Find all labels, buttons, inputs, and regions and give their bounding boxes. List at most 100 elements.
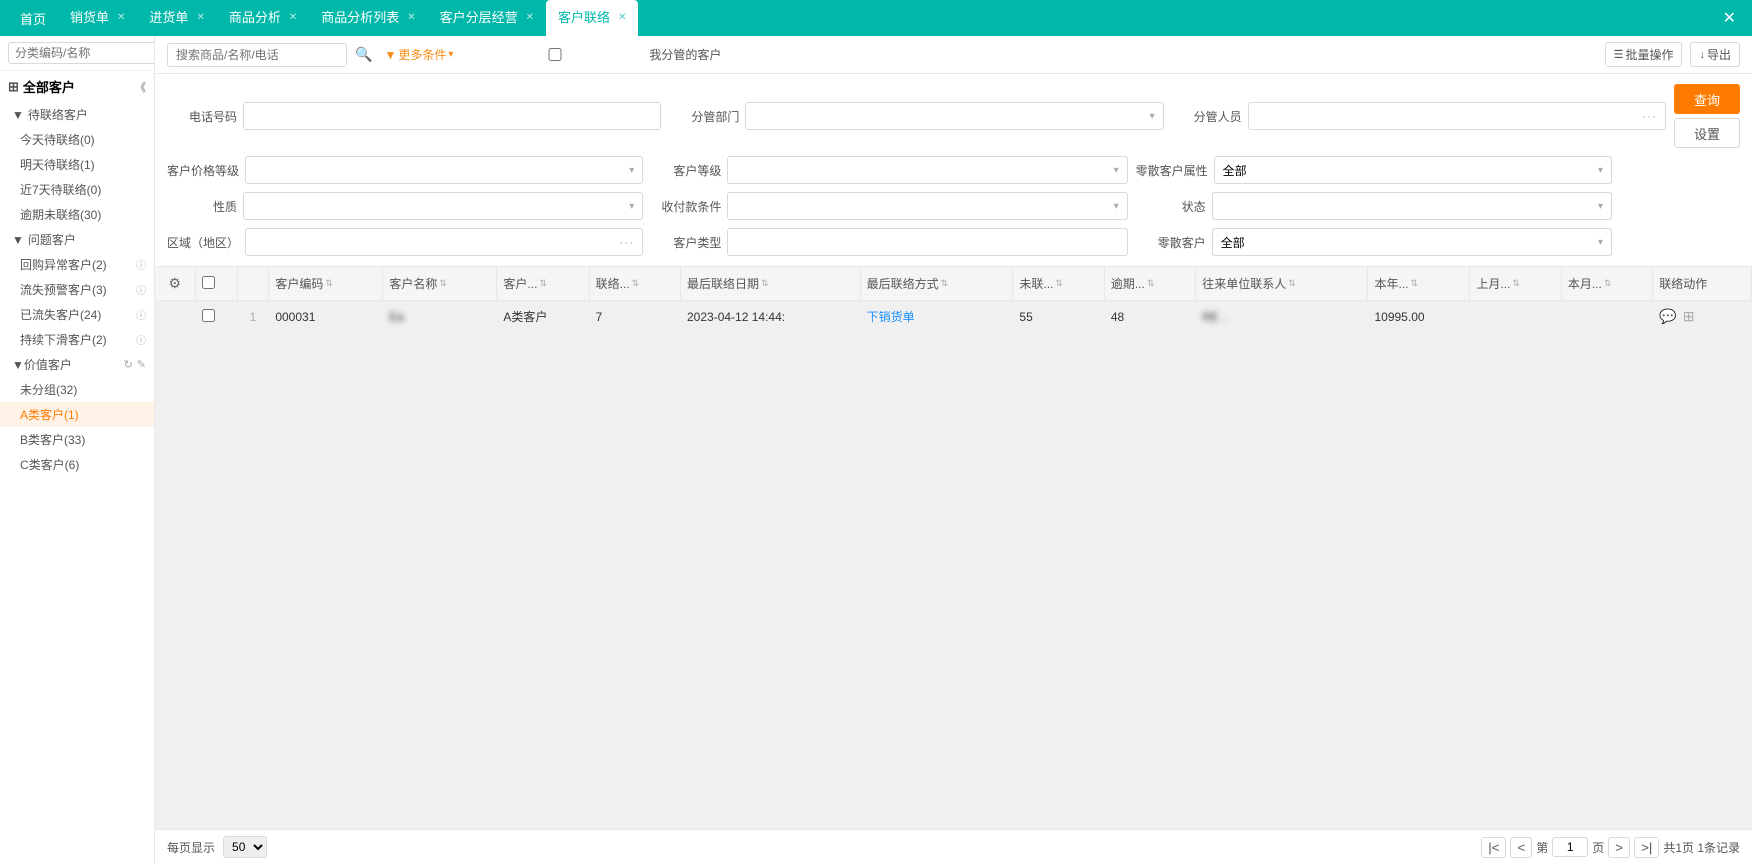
th-this-month[interactable]: 本月...⇅: [1561, 267, 1652, 301]
link-icon[interactable]: ⊞: [1683, 308, 1695, 325]
table-scroll-wrapper[interactable]: ⚙ 客户编码⇅ 客户名称⇅ 客户...⇅: [155, 267, 1752, 829]
page-number-input[interactable]: [1552, 837, 1588, 857]
th-last-contact-method[interactable]: 最后联络方式⇅: [860, 267, 1013, 301]
th-code[interactable]: 客户编码⇅: [269, 267, 383, 301]
tab-sales-order[interactable]: 销货单 ✕: [58, 0, 137, 36]
customer-type-input[interactable]: [727, 228, 1127, 256]
th-name[interactable]: 客户名称⇅: [383, 267, 497, 301]
search-button[interactable]: 🔍: [355, 46, 372, 63]
region-select[interactable]: ···: [245, 228, 643, 256]
close-tab-customer-contact[interactable]: ✕: [618, 0, 626, 36]
phone-input[interactable]: [243, 102, 661, 130]
customer-level-select[interactable]: ▾: [727, 156, 1127, 184]
last-page-button[interactable]: >|: [1634, 837, 1659, 858]
setting-button[interactable]: 设置: [1674, 118, 1740, 148]
value-customers-group[interactable]: ▼ 价值客户 ↻ ✎: [0, 352, 154, 377]
row-last-month: [1470, 301, 1561, 333]
app-close-button[interactable]: ✕: [1715, 8, 1744, 28]
th-last-month[interactable]: 上月...⇅: [1470, 267, 1561, 301]
sidebar-item-class-c[interactable]: C类客户(6): [0, 452, 154, 477]
row-check[interactable]: [202, 309, 215, 322]
chat-icon[interactable]: 💬: [1659, 308, 1676, 325]
nature-select[interactable]: ▾: [243, 192, 643, 220]
th-this-year[interactable]: 本年...⇅: [1368, 267, 1470, 301]
row-checkbox: [195, 301, 237, 333]
tab-customer-contact[interactable]: 客户联络 ✕: [546, 0, 638, 36]
next-page-button[interactable]: >: [1608, 837, 1630, 858]
sidebar-item-overdue[interactable]: 逾期未联络(30): [0, 202, 154, 227]
info-icon-lost: ⓘ: [136, 307, 146, 322]
filter-row-1: 电话号码 分管部门 ▾ 分管人员 ··· 查询 设置: [167, 84, 1740, 148]
filter-department: 分管部门 ▾: [669, 102, 1163, 130]
price-level-select[interactable]: ▾: [245, 156, 643, 184]
query-button[interactable]: 查询: [1674, 84, 1740, 114]
search-input[interactable]: [167, 43, 347, 67]
select-all-checkbox[interactable]: [202, 276, 215, 289]
customer-table: ⚙ 客户编码⇅ 客户名称⇅ 客户...⇅: [155, 267, 1752, 333]
sidebar-item-declining[interactable]: 持续下滑客户(2) ⓘ: [0, 327, 154, 352]
collapse-icon[interactable]: 《: [135, 79, 146, 95]
pending-contact-group[interactable]: ▼ 待联络客户: [0, 102, 154, 127]
payment-terms-select[interactable]: ▾: [727, 192, 1127, 220]
sidebar-item-tomorrow[interactable]: 明天待联络(1): [0, 152, 154, 177]
arrow-down-icon-3: ▼: [12, 358, 24, 372]
department-select[interactable]: ▾: [745, 102, 1163, 130]
first-page-button[interactable]: |<: [1481, 837, 1506, 858]
close-tab-sales-order[interactable]: ✕: [117, 0, 125, 36]
sidebar-item-7days[interactable]: 近7天待联络(0): [0, 177, 154, 202]
home-nav-item[interactable]: 首页: [8, 9, 58, 28]
th-type[interactable]: 客户...⇅: [497, 267, 589, 301]
export-button[interactable]: ↓ 导出: [1690, 42, 1740, 67]
edit-icon[interactable]: ✎: [137, 358, 146, 371]
tab-purchase-order[interactable]: 进货单 ✕: [137, 0, 216, 36]
status-select[interactable]: ▾: [1212, 192, 1612, 220]
tab-customer-segment[interactable]: 客户分层经营 ✕: [428, 0, 546, 36]
tab-product-analysis-list[interactable]: 商品分析列表 ✕: [309, 0, 427, 36]
column-settings-icon[interactable]: ⚙: [168, 275, 181, 291]
th-last-contact-date[interactable]: 最后联络日期⇅: [681, 267, 861, 301]
retail-attr-chevron-icon: ▾: [1598, 165, 1603, 176]
problem-customers-group[interactable]: ▼ 问题客户: [0, 227, 154, 252]
sort-code-icon: ⇅: [325, 278, 333, 289]
refresh-icon[interactable]: ↻: [124, 358, 133, 371]
row-company-contact: RE .: [1196, 301, 1368, 333]
table-row: 1 000031 Ea A类客户 7 2023-04-12 14:44: 下销货…: [155, 301, 1752, 333]
th-overdue[interactable]: 逾期...⇅: [1104, 267, 1195, 301]
th-not-contact[interactable]: 未联...⇅: [1013, 267, 1104, 301]
arrow-down-icon-2: ▼: [12, 233, 24, 247]
sidebar-search-input[interactable]: [8, 42, 155, 64]
th-index: [237, 267, 269, 301]
sidebar-item-abnormal[interactable]: 回购异常客户(2) ⓘ: [0, 252, 154, 277]
info-icon-warning: ⓘ: [136, 282, 146, 297]
info-icon-abnormal: ⓘ: [136, 257, 146, 272]
my-customers-checkbox[interactable]: 我分管的客户: [465, 46, 721, 63]
row-code: 000031: [269, 301, 383, 333]
grid-icon: ⊞: [8, 79, 19, 95]
bulk-action-button[interactable]: ☰ 批量操作: [1605, 42, 1683, 67]
more-conditions-button[interactable]: ▼ 更多条件 ▾: [380, 46, 457, 63]
th-company-contact[interactable]: 往来单位联系人⇅: [1196, 267, 1368, 301]
my-customers-check[interactable]: [465, 48, 645, 61]
sidebar-item-today[interactable]: 今天待联络(0): [0, 127, 154, 152]
staff-select[interactable]: ···: [1248, 102, 1666, 130]
tab-product-analysis[interactable]: 商品分析 ✕: [217, 0, 309, 36]
prev-page-button[interactable]: <: [1510, 837, 1532, 858]
all-customers-header[interactable]: ⊞ 全部客户 《: [0, 71, 154, 102]
sidebar-item-lost[interactable]: 已流失客户(24) ⓘ: [0, 302, 154, 327]
sidebar-item-class-b[interactable]: B类客户(33): [0, 427, 154, 452]
per-page-select[interactable]: 50: [223, 836, 267, 858]
retail-customer-select[interactable]: 全部▾: [1212, 228, 1612, 256]
close-tab-product-analysis-list[interactable]: ✕: [407, 0, 415, 36]
row-this-month: [1561, 301, 1652, 333]
sort-lastmonth-icon: ⇅: [1512, 278, 1520, 289]
filter-retail-attr: 零散客户属性 全部▾: [1136, 156, 1612, 184]
close-tab-purchase-order[interactable]: ✕: [196, 0, 204, 36]
sidebar-item-warning[interactable]: 流失预警客户(3) ⓘ: [0, 277, 154, 302]
sidebar-item-class-a[interactable]: A类客户(1): [0, 402, 154, 427]
retail-attr-select[interactable]: 全部▾: [1214, 156, 1612, 184]
close-tab-customer-segment[interactable]: ✕: [526, 0, 534, 36]
row-last-contact-method[interactable]: 下销货单: [860, 301, 1013, 333]
sidebar-item-unclassified[interactable]: 未分组(32): [0, 377, 154, 402]
close-tab-product-analysis[interactable]: ✕: [289, 0, 297, 36]
th-contact[interactable]: 联络...⇅: [589, 267, 680, 301]
